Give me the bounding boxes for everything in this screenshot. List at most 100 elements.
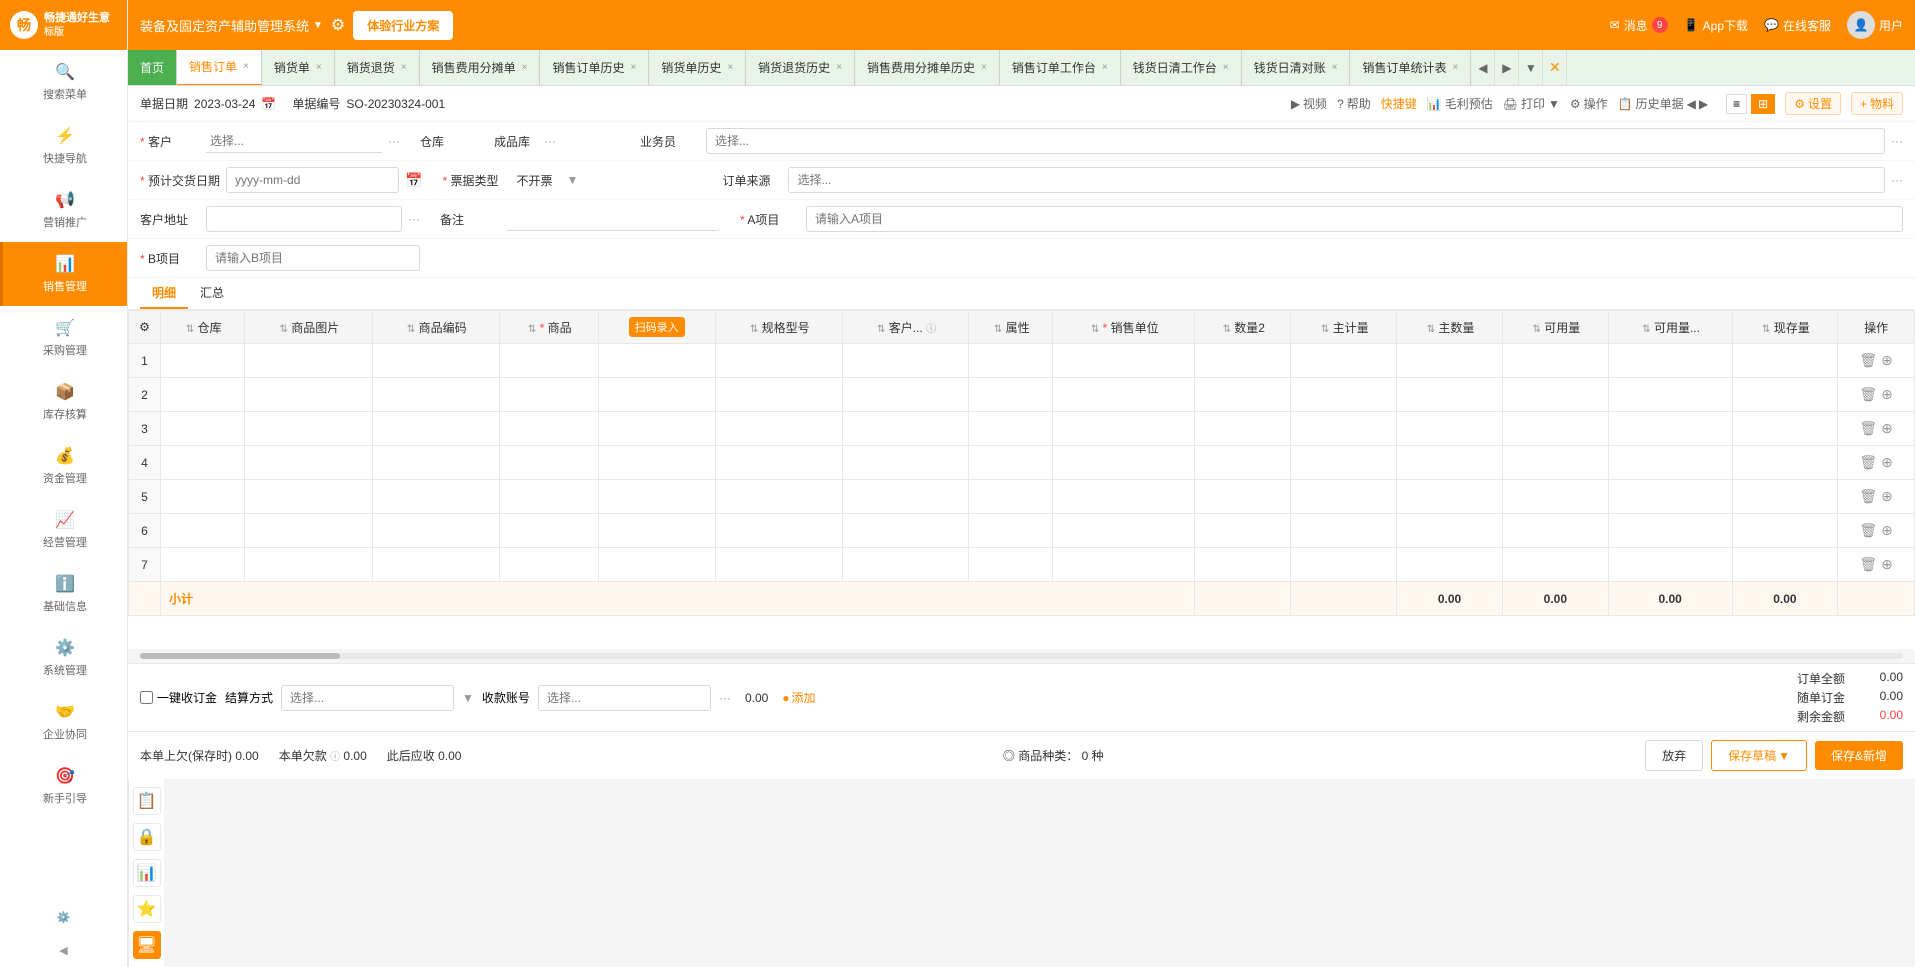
print-btn[interactable]: 🖨 打印 ▼ [1503,95,1560,112]
row-actions[interactable]: 🗑 ⊕ [1838,446,1915,480]
sub-tab-detail[interactable]: 明细 [140,278,188,309]
copy-row-icon[interactable]: ⊕ [1881,386,1893,403]
row-avail[interactable] [1502,344,1608,378]
row-avail2[interactable] [1608,548,1732,582]
row-stock[interactable] [1732,378,1838,412]
row-scan[interactable] [598,514,715,548]
row-warehouse[interactable] [161,480,245,514]
row-qty2[interactable] [1195,344,1291,378]
row-name[interactable] [499,514,598,548]
row-image[interactable] [245,548,372,582]
draft-arrow-icon[interactable]: ▼ [1778,749,1790,763]
tab-menu-btn[interactable]: ▼ [1519,50,1543,86]
row-customer-code[interactable] [842,514,968,548]
sidebar-item-purchase[interactable]: 🛒 采购管理 [0,306,127,370]
tab-daily-reconcile[interactable]: 钱货日清对账 × [1242,50,1351,86]
row-customer-code[interactable] [842,412,968,446]
row-main-unit[interactable] [1291,548,1397,582]
row-stock[interactable] [1732,412,1838,446]
sidebar-item-guide[interactable]: 🎯 新手引导 [0,754,127,818]
address-expand-icon[interactable]: ··· [408,212,420,226]
row-unit[interactable] [1053,480,1195,514]
tab-order-workbench[interactable]: 销售订单工作台 × [1000,50,1121,86]
delete-row-icon[interactable]: 🗑 [1859,454,1877,471]
sub-tab-summary[interactable]: 汇总 [188,278,236,309]
user-btn[interactable]: 👤 用户 [1847,11,1903,39]
row-actions[interactable]: 🗑 ⊕ [1838,480,1915,514]
row-unit[interactable] [1053,344,1195,378]
row-stock[interactable] [1732,548,1838,582]
row-main-unit[interactable] [1291,514,1397,548]
delete-row-icon[interactable]: 🗑 [1859,420,1877,437]
row-actions[interactable]: 🗑 ⊕ [1838,514,1915,548]
row-main-qty[interactable] [1397,514,1503,548]
delete-row-icon[interactable]: 🗑 [1859,352,1877,369]
copy-row-icon[interactable]: ⊕ [1881,454,1893,471]
row-avail[interactable] [1502,412,1608,446]
row-warehouse[interactable] [161,548,245,582]
list-view-btn[interactable]: ≡ [1726,94,1747,114]
row-code[interactable] [372,480,499,514]
row-code[interactable] [372,514,499,548]
row-attr[interactable] [969,480,1053,514]
scroll-area[interactable] [128,649,1915,663]
salesman-expand-icon[interactable]: ··· [1891,134,1903,148]
close-tab-icon[interactable]: × [401,62,407,73]
row-customer-code[interactable] [842,548,968,582]
row-avail2[interactable] [1608,446,1732,480]
profit-btn[interactable]: 📊 毛利预估 [1427,95,1493,112]
close-tab-icon[interactable]: × [243,61,249,72]
salesman-input[interactable] [706,128,1885,154]
tab-close-all-btn[interactable]: ✕ [1543,50,1567,86]
close-tab-icon[interactable]: × [836,62,842,73]
row-actions[interactable]: 🗑 ⊕ [1838,378,1915,412]
row-name[interactable] [499,548,598,582]
invoice-dropdown-icon[interactable]: ▼ [566,173,578,187]
row-image[interactable] [245,514,372,548]
row-warehouse[interactable] [161,344,245,378]
row-scan[interactable] [598,378,715,412]
row-warehouse[interactable] [161,446,245,480]
row-code[interactable] [372,344,499,378]
scan-input-btn[interactable]: 扫码录入 [629,317,685,337]
copy-row-icon[interactable]: ⊕ [1881,420,1893,437]
discard-button[interactable]: 放弃 [1645,740,1703,771]
delete-row-icon[interactable]: 🗑 [1859,386,1877,403]
sidebar-item-basic[interactable]: ℹ️ 基础信息 [0,562,127,626]
right-panel-btn-3[interactable]: 📊 [133,859,161,887]
delete-row-icon[interactable]: 🗑 [1859,488,1877,505]
th-scan[interactable]: 扫码录入 [598,311,715,344]
row-attr[interactable] [969,514,1053,548]
row-unit[interactable] [1053,378,1195,412]
row-actions[interactable]: 🗑 ⊕ [1838,412,1915,446]
close-tab-icon[interactable]: × [630,62,636,73]
tab-daily-workbench[interactable]: 钱货日清工作台 × [1121,50,1242,86]
sidebar-item-marketing[interactable]: 📢 营销推广 [0,178,127,242]
row-scan[interactable] [598,480,715,514]
close-tab-icon[interactable]: × [1452,62,1458,73]
row-qty2[interactable] [1195,446,1291,480]
row-warehouse[interactable] [161,514,245,548]
close-tab-icon[interactable]: × [1102,62,1108,73]
row-code[interactable] [372,548,499,582]
account-input[interactable] [538,685,711,711]
close-tab-icon[interactable]: × [522,62,528,73]
row-avail2[interactable] [1608,412,1732,446]
customer-input[interactable] [206,129,382,153]
copy-row-icon[interactable]: ⊕ [1881,522,1893,539]
row-unit[interactable] [1053,514,1195,548]
row-unit[interactable] [1053,446,1195,480]
delivery-date-input[interactable] [226,167,399,193]
tab-sales-return[interactable]: 销货退货 × [335,50,420,86]
row-main-qty[interactable] [1397,412,1503,446]
row-qty2[interactable] [1195,412,1291,446]
row-spec[interactable] [715,446,842,480]
sidebar-item-sales[interactable]: 📊 销售管理 [0,242,127,306]
row-main-qty[interactable] [1397,548,1503,582]
settlement-input[interactable] [281,685,454,711]
a-project-input[interactable] [806,206,1903,232]
right-panel-btn-5[interactable]: 🖥 [133,931,161,959]
delete-row-icon[interactable]: 🗑 [1859,556,1877,573]
row-stock[interactable] [1732,446,1838,480]
row-spec[interactable] [715,480,842,514]
